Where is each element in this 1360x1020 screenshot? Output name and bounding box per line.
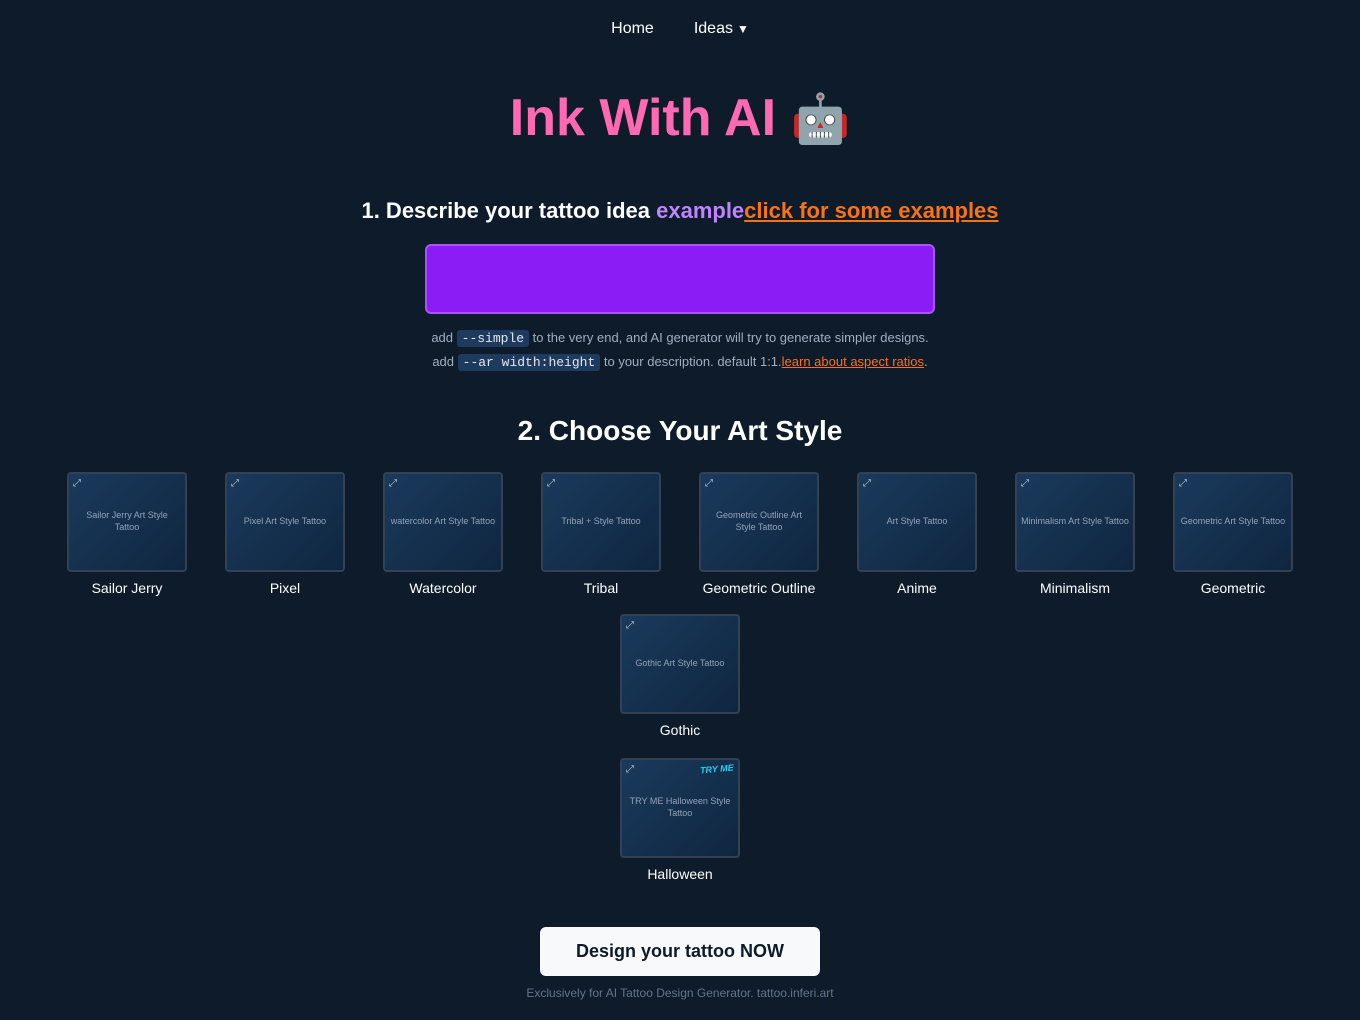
design-btn-wrapper: Design your tattoo NOW [0,927,1360,976]
style-label-gothic: Gothic [660,722,700,738]
style-item-geometric-outline[interactable]: ⤢Geometric Outline Art Style TattooGeome… [689,472,829,596]
nav-ideas[interactable]: Ideas ▼ [694,20,749,38]
style-item-anime[interactable]: ⤢Art Style TattooAnime [847,472,987,596]
style-label-geometric-outline: Geometric Outline [703,580,816,596]
style-label-anime: Anime [897,580,937,596]
hero-title: Ink With AI 🤖 [0,88,1360,148]
simple-flag: --simple [457,330,529,347]
style-item-geometric[interactable]: ⤢Geometric Art Style TattooGeometric [1163,472,1303,596]
hero-text: Ink With AI [510,89,776,147]
expand-icon: ⤢ [1179,478,1187,489]
hints-section: add --simple to the very end, and AI gen… [0,326,1360,375]
ar-flag: --ar width:height [458,354,601,371]
expand-icon: ⤢ [73,478,81,489]
expand-icon: ⤢ [626,620,634,631]
style-label-tribal: Tribal [584,580,619,596]
style-item-minimalism[interactable]: ⤢Minimalism Art Style TattooMinimalism [1005,472,1145,596]
main-nav: Home Ideas ▼ [0,0,1360,48]
style-item-sailor-jerry[interactable]: ⤢Sailor Jerry Art Style TattooSailor Jer… [57,472,197,596]
expand-icon: ⤢ [231,478,239,489]
style-label-watercolor: Watercolor [409,580,476,596]
style-item-tribal[interactable]: ⤢Tribal + Style TattooTribal [531,472,671,596]
style-item-halloween[interactable]: ⤢TRY METRY ME Halloween Style TattooHall… [610,758,750,882]
expand-icon: ⤢ [1021,478,1029,489]
style-label-sailor-jerry: Sailor Jerry [92,580,163,596]
expand-icon: ⤢ [863,478,871,489]
style-item-watercolor[interactable]: ⤢watercolor Art Style TattooWatercolor [373,472,513,596]
section1-heading: 1. Describe your tattoo idea exampleclic… [0,198,1360,224]
footer-note: Exclusively for AI Tattoo Design Generat… [0,986,1360,1020]
expand-icon: ⤢ [547,478,555,489]
style-label-halloween: Halloween [647,866,712,882]
chevron-down-icon: ▼ [737,22,749,36]
style-label-geometric: Geometric [1201,580,1266,596]
robot-icon: 🤖 [790,93,850,146]
nav-home[interactable]: Home [611,20,654,38]
tattoo-idea-input[interactable] [425,244,935,314]
expand-icon: ⤢ [626,764,634,775]
aspect-ratio-link[interactable]: learn about aspect ratios [782,354,924,369]
style-label-pixel: Pixel [270,580,300,596]
style-item-pixel[interactable]: ⤢Pixel Art Style TattooPixel [215,472,355,596]
design-button[interactable]: Design your tattoo NOW [540,927,820,976]
style-item-gothic[interactable]: ⤢Gothic Art Style TattooGothic [610,614,750,738]
example-link[interactable]: example [656,198,744,223]
style-label-minimalism: Minimalism [1040,580,1110,596]
styles-grid: ⤢Sailor Jerry Art Style TattooSailor Jer… [0,467,1360,887]
expand-icon: ⤢ [705,478,713,489]
textarea-wrapper [0,244,1360,314]
click-examples-link[interactable]: click for some examples [744,198,998,223]
section2-heading: 2. Choose Your Art Style [0,415,1360,447]
expand-icon: ⤢ [389,478,397,489]
